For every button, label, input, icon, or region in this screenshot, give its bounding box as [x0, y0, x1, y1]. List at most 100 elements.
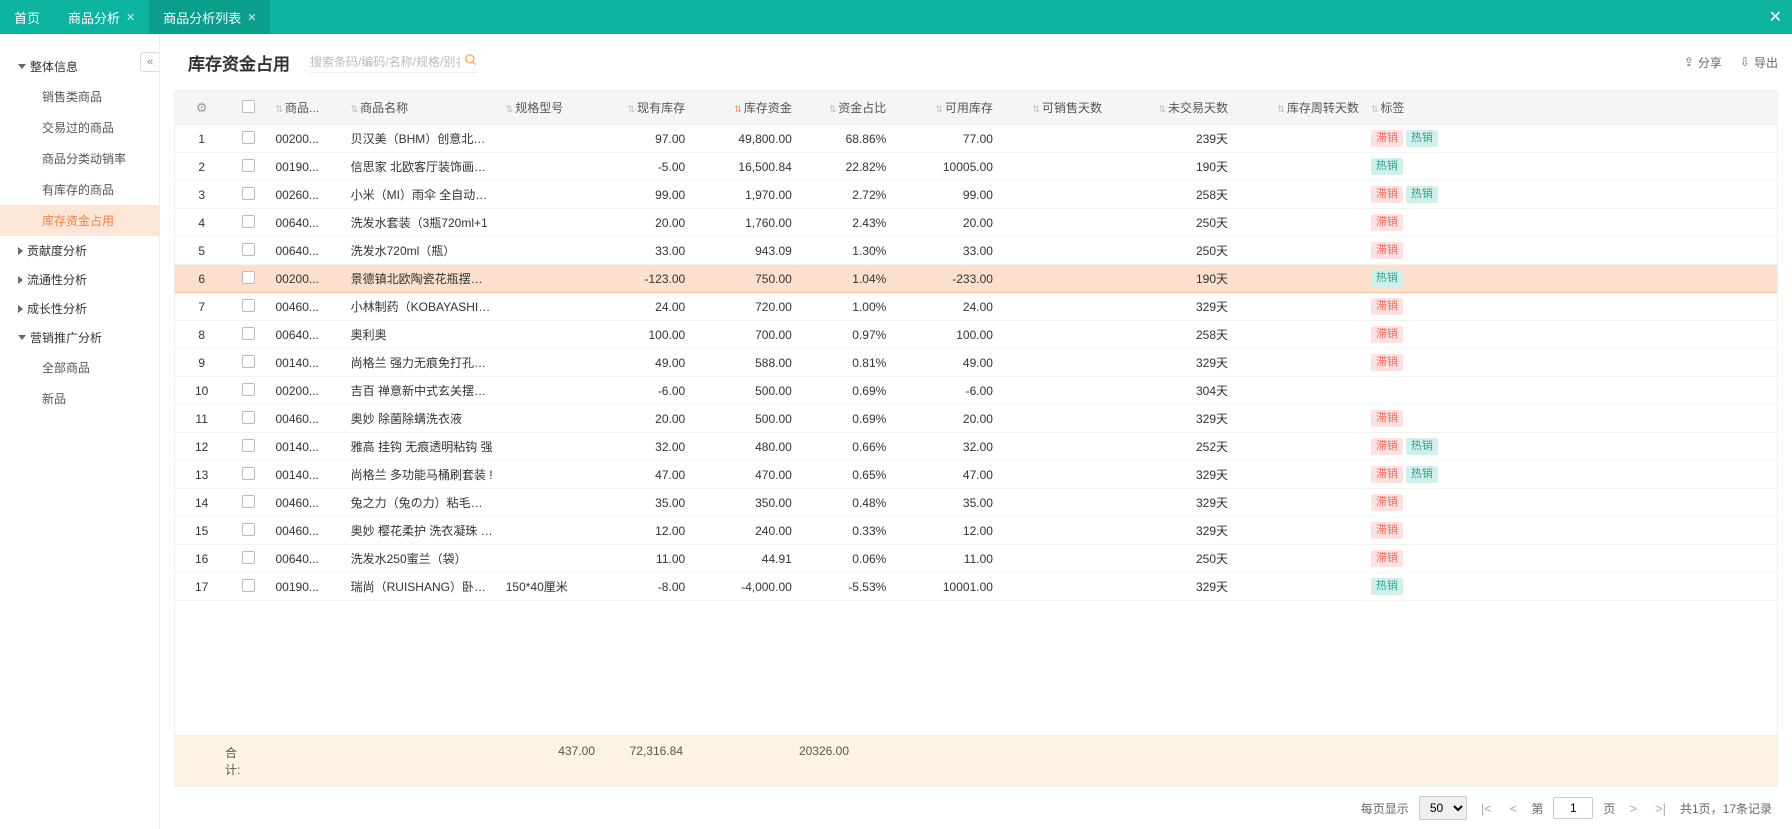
- sidebar-group-title[interactable]: 整体信息: [0, 52, 159, 81]
- table-row[interactable]: 1000200...吉百 禅意新中式玄关摆件客-6.00500.000.69%-…: [175, 377, 1777, 405]
- sidebar-group-title[interactable]: 成长性分析: [0, 294, 159, 323]
- tag-slow: 滞销: [1371, 550, 1403, 567]
- data-table: ⚙ ⇅商品... ⇅商品名称 ⇅规格型号 ⇅现有库存 ⇅库存资金 ⇅资金占比 ⇅…: [174, 90, 1778, 787]
- table-row[interactable]: 800640...奥利奥100.00700.000.97%100.00258天滞…: [175, 321, 1777, 349]
- table-row[interactable]: 400640...洗发水套装（3瓶720ml+120.001,760.002.4…: [175, 209, 1777, 237]
- next-page-button[interactable]: >: [1625, 801, 1641, 816]
- first-page-button[interactable]: |<: [1477, 801, 1496, 816]
- row-checkbox[interactable]: [242, 327, 255, 340]
- row-checkbox[interactable]: [242, 411, 255, 424]
- collapse-sidebar-button[interactable]: «: [140, 52, 160, 72]
- table-row[interactable]: 1300140...尚格兰 多功能马桶刷套装 !47.00470.000.65%…: [175, 461, 1777, 489]
- table-row[interactable]: 1500460...奥妙 樱花柔护 洗衣凝珠 1012.00240.000.33…: [175, 517, 1777, 545]
- row-checkbox[interactable]: [242, 243, 255, 256]
- share-button[interactable]: ⇪ 分享: [1684, 54, 1722, 71]
- row-checkbox[interactable]: [242, 467, 255, 480]
- col-turndays[interactable]: ⇅库存周转天数: [1234, 91, 1365, 125]
- col-avail[interactable]: ⇅可用库存: [892, 91, 999, 125]
- sidebar-group-title[interactable]: 流通性分析: [0, 265, 159, 294]
- col-saledays[interactable]: ⇅可销售天数: [999, 91, 1108, 125]
- col-ratio[interactable]: ⇅资金占比: [798, 91, 893, 125]
- row-checkbox[interactable]: [242, 159, 255, 172]
- tags-cell: 滞销热销: [1365, 125, 1777, 153]
- row-checkbox[interactable]: [242, 355, 255, 368]
- col-notradedays[interactable]: ⇅未交易天数: [1108, 91, 1234, 125]
- sidebar-group-title[interactable]: 贡献度分析: [0, 236, 159, 265]
- tag-slow: 滞销: [1371, 494, 1403, 511]
- table-row[interactable]: 1700190...瑞尚（RUISHANG）卧室卧150*40厘米-8.00-4…: [175, 573, 1777, 601]
- close-workspace-icon[interactable]: ✕: [1769, 0, 1782, 34]
- column-settings[interactable]: ⚙: [175, 91, 228, 125]
- table-row[interactable]: 1200140...雅高 挂钩 无痕透明粘钩 强32.00480.000.66%…: [175, 433, 1777, 461]
- table-row[interactable]: 1600640...洗发水250蜜兰（袋）11.0044.910.06%11.0…: [175, 545, 1777, 573]
- col-product-code[interactable]: ⇅商品...: [270, 91, 345, 125]
- tags-cell: 滞销: [1365, 517, 1777, 545]
- row-checkbox[interactable]: [242, 579, 255, 592]
- tags-cell: 滞销: [1365, 321, 1777, 349]
- page-size-select[interactable]: 50: [1419, 796, 1467, 820]
- sidebar-item[interactable]: 库存资金占用: [0, 205, 159, 236]
- table-row[interactable]: 600200...景德镇北欧陶瓷花瓶摆件 优-123.00750.001.04%…: [175, 265, 1777, 293]
- table-row[interactable]: 300260...小米（MI）雨伞 全自动折叠99.001,970.002.72…: [175, 181, 1777, 209]
- tag-slow: 滞销: [1371, 298, 1403, 315]
- prev-page-button[interactable]: <: [1506, 801, 1522, 816]
- export-button[interactable]: ⇩ 导出: [1740, 54, 1778, 71]
- export-icon: ⇩: [1740, 55, 1750, 69]
- row-checkbox[interactable]: [242, 299, 255, 312]
- row-checkbox[interactable]: [242, 495, 255, 508]
- col-stock[interactable]: ⇅现有库存: [585, 91, 692, 125]
- tags-cell: 热销: [1365, 265, 1777, 293]
- tag-slow: 滞销: [1371, 242, 1403, 259]
- col-fund[interactable]: ⇅库存资金: [691, 91, 798, 125]
- tag-slow: 滞销: [1371, 410, 1403, 427]
- close-tab-icon[interactable]: ✕: [126, 11, 135, 24]
- col-tags[interactable]: ⇅标签: [1365, 91, 1777, 125]
- table-row[interactable]: 200190...信思家 北欧客厅装饰画卧室-5.0016,500.8422.8…: [175, 153, 1777, 181]
- tag-hot: 热销: [1406, 466, 1438, 483]
- pagination-bar: 每页显示 50 |< < 第 页 > >| 共1页，17条记录: [174, 787, 1778, 829]
- row-checkbox[interactable]: [242, 187, 255, 200]
- top-tab[interactable]: 商品分析✕: [54, 0, 149, 34]
- table-row[interactable]: 500640...洗发水720ml（瓶）33.00943.091.30%33.0…: [175, 237, 1777, 265]
- tags-cell: 滞销: [1365, 545, 1777, 573]
- row-checkbox[interactable]: [242, 551, 255, 564]
- close-tab-icon[interactable]: ✕: [247, 11, 256, 24]
- select-all-checkbox[interactable]: [228, 91, 269, 125]
- tag-slow: 滞销: [1371, 186, 1403, 203]
- sidebar-item[interactable]: 有库存的商品: [0, 174, 159, 205]
- search-input[interactable]: [310, 55, 460, 69]
- row-checkbox[interactable]: [242, 439, 255, 452]
- sidebar-item[interactable]: 交易过的商品: [0, 112, 159, 143]
- row-checkbox[interactable]: [242, 215, 255, 228]
- tags-cell: 滞销热销: [1365, 433, 1777, 461]
- table-row[interactable]: 100200...贝汉美（BHM）创意北欧陶97.0049,800.0068.8…: [175, 125, 1777, 153]
- col-product-name[interactable]: ⇅商品名称: [345, 91, 500, 125]
- tags-cell: 滞销: [1365, 293, 1777, 321]
- table-row[interactable]: 900140...尚格兰 强力无痕免打孔浴室49.00588.000.81%49…: [175, 349, 1777, 377]
- row-checkbox[interactable]: [242, 383, 255, 396]
- chevron-right-icon: [18, 305, 23, 313]
- search-icon[interactable]: [464, 53, 478, 70]
- top-tab[interactable]: 商品分析列表✕: [149, 0, 270, 34]
- sidebar-item[interactable]: 商品分类动销率: [0, 143, 159, 174]
- tags-cell: [1365, 377, 1777, 405]
- page-number-input[interactable]: [1553, 797, 1593, 819]
- chevron-right-icon: [18, 276, 23, 284]
- row-checkbox[interactable]: [242, 131, 255, 144]
- table-row[interactable]: 700460...小林制药（KOBAYASHI）日24.00720.001.00…: [175, 293, 1777, 321]
- row-checkbox[interactable]: [242, 271, 255, 284]
- top-tab[interactable]: 首页: [0, 0, 54, 34]
- col-spec[interactable]: ⇅规格型号: [500, 91, 585, 125]
- sidebar-item[interactable]: 全部商品: [0, 352, 159, 383]
- search-box[interactable]: [310, 51, 478, 73]
- tags-cell: 滞销: [1365, 349, 1777, 377]
- sidebar-item[interactable]: 新品: [0, 383, 159, 414]
- table-row[interactable]: 1100460...奥妙 除菌除螨洗衣液20.00500.000.69%20.0…: [175, 405, 1777, 433]
- last-page-button[interactable]: >|: [1651, 801, 1670, 816]
- tags-cell: 滞销: [1365, 489, 1777, 517]
- sidebar-group-title[interactable]: 营销推广分析: [0, 323, 159, 352]
- sidebar-item[interactable]: 销售类商品: [0, 81, 159, 112]
- table-row[interactable]: 1400460...兔之力（兔の力）粘毛器黏35.00350.000.48%35…: [175, 489, 1777, 517]
- row-checkbox[interactable]: [242, 523, 255, 536]
- page-title: 库存资金占用: [188, 50, 290, 75]
